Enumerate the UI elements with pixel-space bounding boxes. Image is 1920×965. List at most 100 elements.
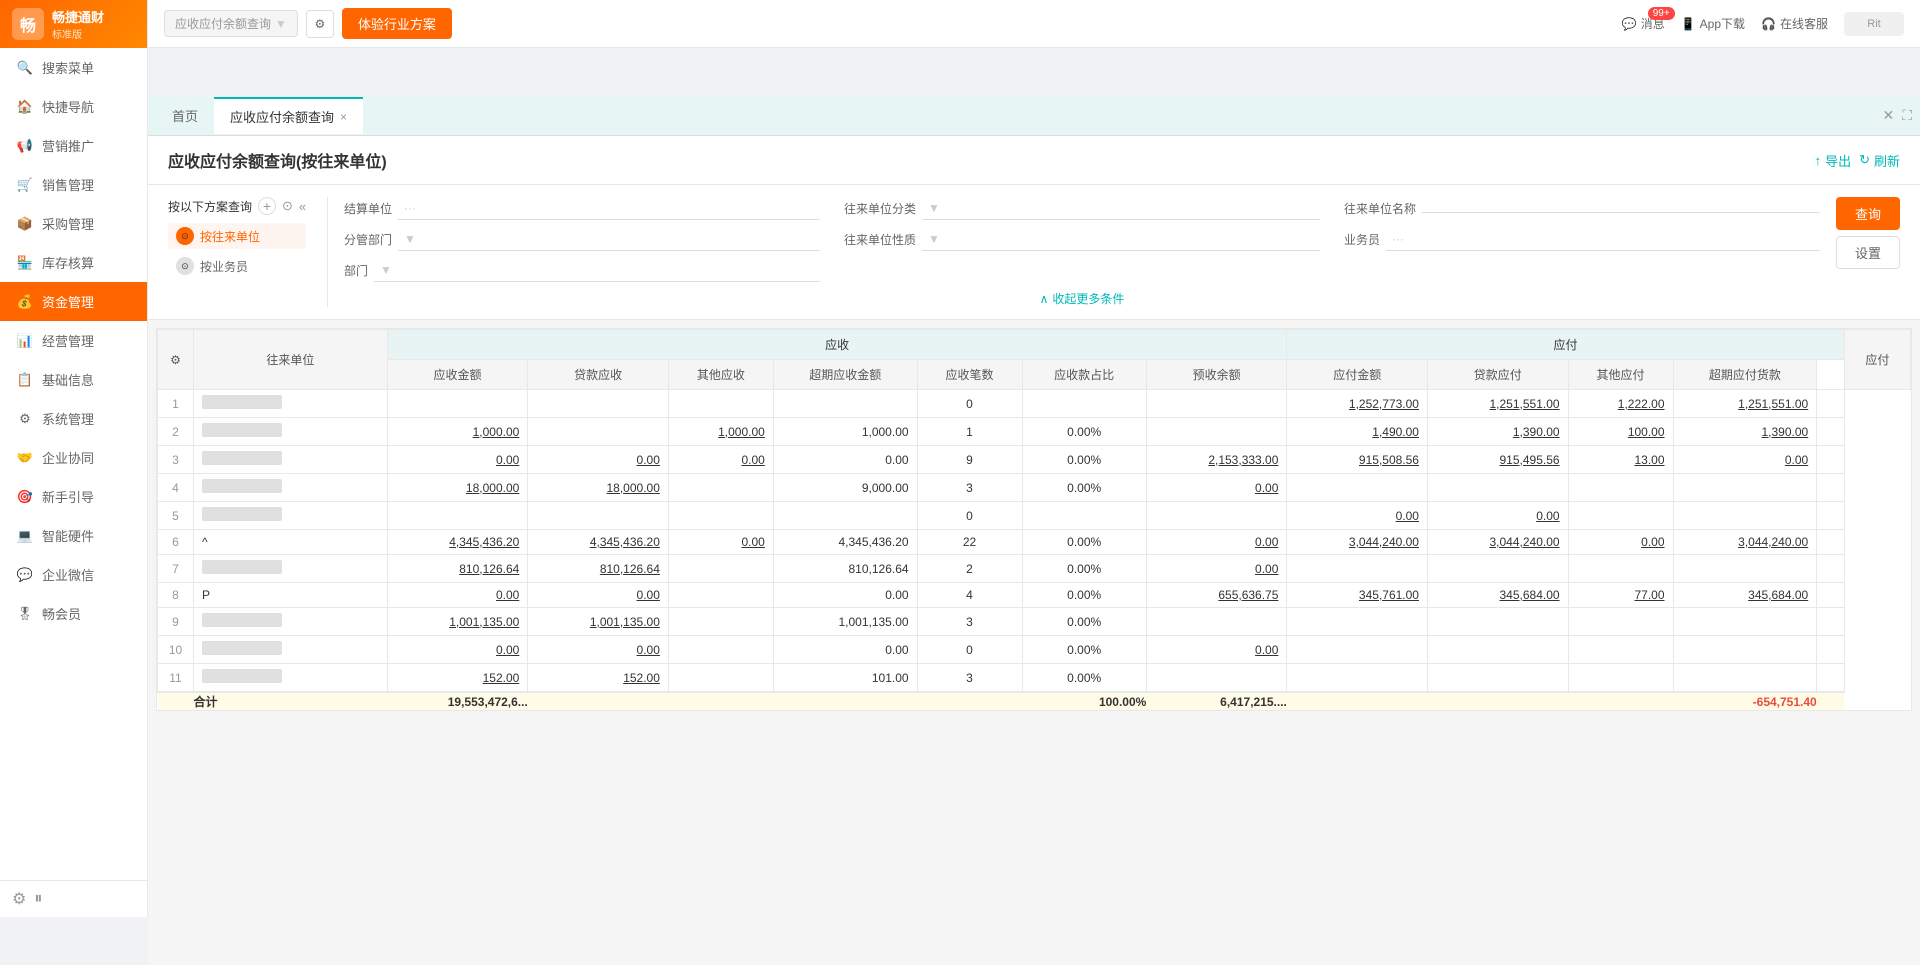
table-cell[interactable]: 0.00 — [668, 446, 773, 474]
search-icon: 🔍 — [16, 60, 34, 76]
table-cell[interactable]: 1,390.00 — [1427, 418, 1568, 446]
table-cell[interactable]: 0.00 — [1146, 530, 1287, 555]
sidebar-item-purchase[interactable]: 📦 采购管理 — [0, 204, 147, 243]
table-cell: 9 — [917, 446, 1022, 474]
table-cell[interactable]: 1,222.00 — [1568, 390, 1673, 418]
table-cell[interactable]: 345,684.00 — [1673, 583, 1817, 608]
table-cell[interactable]: 77.00 — [1568, 583, 1673, 608]
table-cell[interactable]: 3,044,240.00 — [1427, 530, 1568, 555]
sidebar-item-quick-nav[interactable]: 🏠 快捷导航 — [0, 87, 147, 126]
partner-name-input[interactable] — [1422, 204, 1820, 213]
table-cell[interactable]: 1,001,135.00 — [387, 608, 528, 636]
th-settings-icon[interactable]: ⚙ — [158, 330, 194, 390]
scheme-item-partner[interactable]: ⊙ 按往来单位 — [168, 223, 306, 249]
sidebar-item-corp-coop[interactable]: 🤝 企业协同 — [0, 438, 147, 477]
sidebar-item-base-info[interactable]: 📋 基础信息 — [0, 360, 147, 399]
messages-button[interactable]: 💬 消息 99+ — [1622, 15, 1665, 32]
user-avatar[interactable]: Rit — [1844, 12, 1904, 36]
sidebar-item-system[interactable]: ⚙ 系统管理 — [0, 399, 147, 438]
table-cell[interactable]: 0.00 — [528, 583, 669, 608]
table-cell[interactable]: 0.00 — [1146, 474, 1287, 502]
table-cell[interactable]: 152.00 — [528, 664, 669, 693]
salesperson-input[interactable]: ··· — [1386, 228, 1820, 251]
sidebar-item-finance[interactable]: 💰 资金管理 — [0, 282, 147, 321]
sidebar-item-sales[interactable]: 🛒 销售管理 — [0, 165, 147, 204]
table-cell[interactable]: 1,251,551.00 — [1673, 390, 1817, 418]
export-button[interactable]: ↑ 导出 — [1815, 151, 1852, 170]
sidebar-item-marketing[interactable]: 📢 营销推广 — [0, 126, 147, 165]
table-cell[interactable]: 1,251,551.00 — [1427, 390, 1568, 418]
app-download-button[interactable]: 📱 App下载 — [1681, 15, 1745, 32]
export-icon: ↑ — [1815, 153, 1822, 168]
collapse-sidebar-icon[interactable]: ⏸ — [34, 890, 42, 908]
table-cell[interactable]: 3,044,240.00 — [1287, 530, 1428, 555]
refresh-button[interactable]: ↻ 刷新 — [1859, 151, 1900, 170]
sidebar-item-search-menu[interactable]: 🔍 搜索菜单 — [0, 48, 147, 87]
table-cell[interactable]: 0.00 — [387, 636, 528, 664]
table-cell[interactable]: 0.00 — [387, 446, 528, 474]
table-cell[interactable]: 0.00 — [1427, 502, 1568, 530]
partner-category-input[interactable]: ▼ — [922, 197, 1320, 220]
query-button[interactable]: 查询 — [1836, 197, 1900, 230]
sidebar: 畅 畅捷通财 标准版 🔍 搜索菜单 🏠 快捷导航 📢 营销推广 🛒 销售管理 📦… — [0, 0, 148, 917]
tab-home[interactable]: 首页 — [156, 98, 214, 133]
sidebar-item-corp-wechat[interactable]: 💬 企业微信 — [0, 555, 147, 594]
edit-scheme-icon[interactable]: ⊙ — [282, 198, 293, 214]
settings-bottom-icon[interactable]: ⚙ — [12, 889, 26, 909]
table-cell[interactable]: 18,000.00 — [387, 474, 528, 502]
partner-nature-input[interactable]: ▼ — [922, 228, 1320, 251]
table-cell[interactable]: 0.00 — [1146, 636, 1287, 664]
settlement-unit-input[interactable]: ··· — [398, 197, 820, 220]
table-cell[interactable]: 18,000.00 — [528, 474, 669, 502]
table-cell[interactable]: 3,044,240.00 — [1673, 530, 1817, 555]
department-input[interactable]: ▼ — [374, 259, 820, 282]
table-cell[interactable]: 0.00 — [668, 530, 773, 555]
sidebar-item-guide[interactable]: 🎯 新手引导 — [0, 477, 147, 516]
table-cell[interactable]: 655,636.75 — [1146, 583, 1287, 608]
sidebar-item-operations[interactable]: 📊 经营管理 — [0, 321, 147, 360]
table-cell[interactable]: 1,490.00 — [1287, 418, 1428, 446]
table-cell[interactable]: 810,126.64 — [387, 555, 528, 583]
tab-active[interactable]: 应收应付余额查询 × — [214, 97, 363, 134]
sidebar-item-smart-hw[interactable]: 💻 智能硬件 — [0, 516, 147, 555]
sidebar-item-vip[interactable]: 🎖 畅会员 — [0, 594, 147, 633]
online-service-button[interactable]: 🎧 在线客服 — [1761, 15, 1828, 32]
table-cell[interactable]: 1,000.00 — [387, 418, 528, 446]
table-cell[interactable]: 0.00 — [1287, 502, 1428, 530]
table-cell[interactable]: 1,390.00 — [1673, 418, 1817, 446]
table-cell[interactable]: 345,761.00 — [1287, 583, 1428, 608]
table-cell[interactable]: 0.00 — [1673, 446, 1817, 474]
add-scheme-button[interactable]: + — [258, 197, 276, 215]
table-cell[interactable]: 152.00 — [387, 664, 528, 693]
table-cell[interactable]: 915,495.56 — [1427, 446, 1568, 474]
table-cell[interactable]: 1,001,135.00 — [528, 608, 669, 636]
table-cell[interactable]: 0.00 — [528, 636, 669, 664]
table-cell[interactable]: 2,153,333.00 — [1146, 446, 1287, 474]
settings-button[interactable]: ⚙ — [306, 10, 334, 38]
table-cell[interactable]: 0.00 — [528, 446, 669, 474]
table-cell — [1673, 474, 1817, 502]
table-cell[interactable]: 0.00 — [1568, 530, 1673, 555]
settings-query-button[interactable]: 设置 — [1836, 236, 1900, 269]
table-cell[interactable]: 810,126.64 — [528, 555, 669, 583]
tab-fullscreen-icon[interactable]: ⛶ — [1902, 107, 1912, 124]
table-cell[interactable]: 13.00 — [1568, 446, 1673, 474]
table-cell[interactable]: 1,000.00 — [668, 418, 773, 446]
scheme-item-salesperson[interactable]: ⊙ 按业务员 — [168, 253, 306, 279]
collapse-scheme-icon[interactable]: « — [299, 199, 306, 214]
table-cell[interactable]: 4,345,436.20 — [387, 530, 528, 555]
table-cell[interactable]: 915,508.56 — [1287, 446, 1428, 474]
sidebar-item-inventory[interactable]: 🏪 库存核算 — [0, 243, 147, 282]
table-cell[interactable]: 0.00 — [1146, 555, 1287, 583]
table-cell[interactable]: 100.00 — [1568, 418, 1673, 446]
table-cell[interactable]: 1,252,773.00 — [1287, 390, 1428, 418]
trial-button[interactable]: 体验行业方案 — [342, 8, 452, 39]
table-cell[interactable]: 0.00 — [387, 583, 528, 608]
tab-close-window-icon[interactable]: ✕ — [1882, 107, 1894, 124]
collapse-filter-button[interactable]: ∧ 收起更多条件 — [344, 290, 1820, 307]
tab-close-icon[interactable]: × — [340, 110, 347, 124]
table-cell[interactable]: 4,345,436.20 — [528, 530, 669, 555]
table-cell — [387, 502, 528, 530]
table-cell[interactable]: 345,684.00 — [1427, 583, 1568, 608]
dept-manager-input[interactable]: ▼ — [398, 228, 820, 251]
